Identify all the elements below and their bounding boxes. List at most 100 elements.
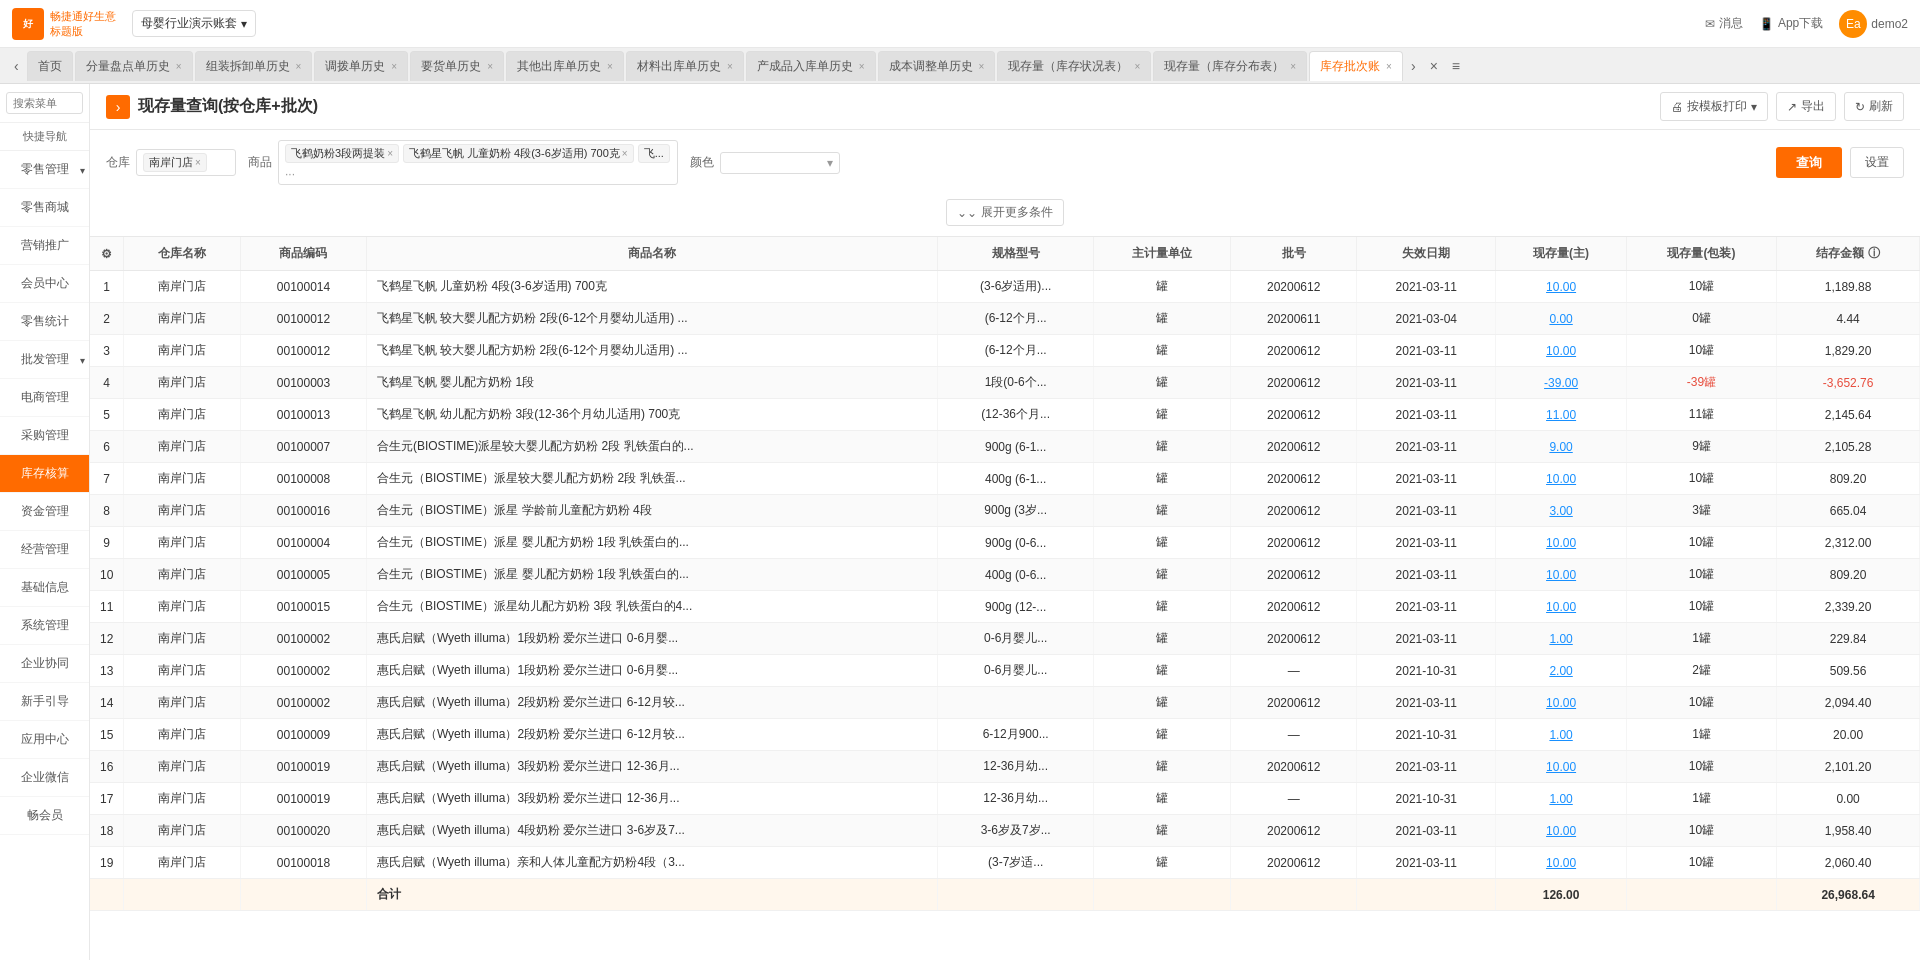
tag-close-icon[interactable]: ×: [387, 148, 393, 159]
sidebar-shortcut[interactable]: 快捷导航: [0, 123, 89, 151]
cell-qty-main[interactable]: 3.00: [1496, 495, 1626, 527]
cell-qty-main[interactable]: 10.00: [1496, 335, 1626, 367]
summary-empty-5: [1094, 879, 1231, 911]
tab-next-btn[interactable]: ›: [1405, 56, 1422, 76]
cell-qty-main[interactable]: 9.00: [1496, 431, 1626, 463]
tab-kucun[interactable]: 库存批次账 ×: [1309, 51, 1403, 81]
sidebar-item-member[interactable]: 会员中心: [0, 265, 89, 303]
tab-diaobo[interactable]: 调拨单历史 ×: [314, 51, 408, 81]
tab-close-icon[interactable]: ×: [1290, 61, 1296, 72]
sidebar-item-member2[interactable]: 畅会员: [0, 797, 89, 835]
tab-fenpan[interactable]: 分量盘点单历史 ×: [75, 51, 193, 81]
cell-idx: 13: [90, 655, 124, 687]
tab-close-icon[interactable]: ×: [487, 61, 493, 72]
sidebar-item-system[interactable]: 系统管理: [0, 607, 89, 645]
sidebar-item-retail-stats[interactable]: 零售统计: [0, 303, 89, 341]
account-selector[interactable]: 母婴行业演示账套 ▾: [132, 10, 256, 37]
cell-name: 飞鹤星飞帆 幼儿配方奶粉 3段(12-36个月幼儿适用) 700克: [366, 399, 937, 431]
cell-qty-main[interactable]: 10.00: [1496, 751, 1626, 783]
product-tag-2: 飞鹤星飞帆 儿童奶粉 4段(3-6岁适用) 700克 ×: [403, 144, 634, 163]
more-tags-icon[interactable]: ···: [285, 167, 295, 181]
cell-unit: 罐: [1094, 783, 1231, 815]
message-button[interactable]: ✉ 消息: [1705, 15, 1743, 32]
col-settings[interactable]: ⚙: [90, 237, 124, 271]
cell-qty-main[interactable]: 10.00: [1496, 463, 1626, 495]
sidebar-item-marketing[interactable]: 营销推广: [0, 227, 89, 265]
sidebar-item-finance[interactable]: 资金管理: [0, 493, 89, 531]
sidebar-item-inventory[interactable]: 库存核算: [0, 455, 89, 493]
settings-button[interactable]: 设置: [1850, 147, 1904, 178]
cell-qty-main[interactable]: 10.00: [1496, 591, 1626, 623]
tab-yaohuo[interactable]: 要货单历史 ×: [410, 51, 504, 81]
query-button[interactable]: 查询: [1776, 147, 1842, 178]
export-button[interactable]: ↗ 导出: [1776, 92, 1836, 121]
cell-unit: 罐: [1094, 527, 1231, 559]
tab-close-icon[interactable]: ×: [391, 61, 397, 72]
sidebar-item-guide[interactable]: 新手引导: [0, 683, 89, 721]
template-print-button[interactable]: 🖨 按模板打印 ▾: [1660, 92, 1768, 121]
tab-menu-btn[interactable]: ≡: [1446, 56, 1466, 76]
tab-close-icon[interactable]: ×: [296, 61, 302, 72]
tab-home[interactable]: 首页: [27, 51, 73, 81]
tab-close-icon[interactable]: ×: [1134, 61, 1140, 72]
cell-qty-main[interactable]: 2.00: [1496, 655, 1626, 687]
sidebar-item-mall[interactable]: 零售商城: [0, 189, 89, 227]
sidebar-item-weixin[interactable]: 企业微信: [0, 759, 89, 797]
app-download-button[interactable]: 📱 App下载: [1759, 15, 1823, 32]
cell-batch: 20200612: [1231, 847, 1357, 879]
sidebar-item-operation[interactable]: 经营管理: [0, 531, 89, 569]
sidebar-item-purchase[interactable]: 采购管理: [0, 417, 89, 455]
tab-close-icon[interactable]: ×: [607, 61, 613, 72]
tab-zuhe[interactable]: 组装拆卸单历史 ×: [195, 51, 313, 81]
filter-toggle-btn[interactable]: ›: [106, 95, 130, 119]
cell-qty-main[interactable]: 10.00: [1496, 847, 1626, 879]
cell-qty-main[interactable]: 0.00: [1496, 303, 1626, 335]
cell-qty-main[interactable]: 10.00: [1496, 687, 1626, 719]
cell-expire: 2021-03-11: [1357, 399, 1496, 431]
cell-qty-main[interactable]: 10.00: [1496, 815, 1626, 847]
tab-close-icon[interactable]: ×: [727, 61, 733, 72]
tab-xiancun2[interactable]: 现存量（库存分布表） ×: [1153, 51, 1307, 81]
tab-xiancun1[interactable]: 现存量（库存状况表） ×: [997, 51, 1151, 81]
user-profile[interactable]: Ea demo2: [1839, 10, 1908, 38]
tab-qitachu[interactable]: 其他出库单历史 ×: [506, 51, 624, 81]
sidebar-item-wholesale[interactable]: 批发管理 ▾: [0, 341, 89, 379]
cell-qty-main[interactable]: 1.00: [1496, 719, 1626, 751]
cell-qty-main[interactable]: 1.00: [1496, 623, 1626, 655]
expand-conditions-button[interactable]: ⌄⌄ 展开更多条件: [946, 199, 1064, 226]
search-input[interactable]: [6, 92, 83, 114]
tag-close-icon[interactable]: ×: [622, 148, 628, 159]
cell-qty-main[interactable]: 11.00: [1496, 399, 1626, 431]
tab-close-icon[interactable]: ×: [859, 61, 865, 72]
chevron-down-icon: ▾: [1751, 100, 1757, 114]
sidebar-item-retail[interactable]: 零售管理 ▾: [0, 151, 89, 189]
tab-chengben[interactable]: 成本调整单历史 ×: [878, 51, 996, 81]
tab-close-icon[interactable]: ×: [1386, 61, 1392, 72]
cell-spec: 900g (6-1...: [938, 431, 1094, 463]
cell-qty-main[interactable]: 10.00: [1496, 559, 1626, 591]
cell-qty-main[interactable]: 1.00: [1496, 783, 1626, 815]
sidebar-item-ecommerce[interactable]: 电商管理: [0, 379, 89, 417]
col-qty-pkg: 现存量(包装): [1626, 237, 1777, 271]
refresh-button[interactable]: ↻ 刷新: [1844, 92, 1904, 121]
cell-qty-main[interactable]: 10.00: [1496, 271, 1626, 303]
cell-qty-pkg: 10罐: [1626, 687, 1777, 719]
sidebar-item-basic[interactable]: 基础信息: [0, 569, 89, 607]
tag-close-icon[interactable]: ×: [195, 157, 201, 168]
sidebar-item-app-center[interactable]: 应用中心: [0, 721, 89, 759]
tab-prev-btn[interactable]: ‹: [8, 56, 25, 76]
cell-name: 飞鹤星飞帆 较大婴儿配方奶粉 2段(6-12个月婴幼儿适用) ...: [366, 335, 937, 367]
tab-chancheng[interactable]: 产成品入库单历史 ×: [746, 51, 876, 81]
cell-qty-main[interactable]: -39.00: [1496, 367, 1626, 399]
tab-close-icon[interactable]: ×: [176, 61, 182, 72]
sidebar-item-collab[interactable]: 企业协同: [0, 645, 89, 683]
cell-expire: 2021-03-11: [1357, 559, 1496, 591]
cell-expire: 2021-03-11: [1357, 751, 1496, 783]
tab-add-btn[interactable]: ×: [1424, 56, 1444, 76]
tab-cailiao[interactable]: 材料出库单历史 ×: [626, 51, 744, 81]
tab-close-icon[interactable]: ×: [979, 61, 985, 72]
warehouse-tags[interactable]: 南岸门店 ×: [136, 149, 236, 176]
product-tags[interactable]: 飞鹤奶粉3段两提装 × 飞鹤星飞帆 儿童奶粉 4段(3-6岁适用) 700克 ×…: [278, 140, 678, 185]
cell-qty-main[interactable]: 10.00: [1496, 527, 1626, 559]
color-tags[interactable]: ▾: [720, 152, 840, 174]
